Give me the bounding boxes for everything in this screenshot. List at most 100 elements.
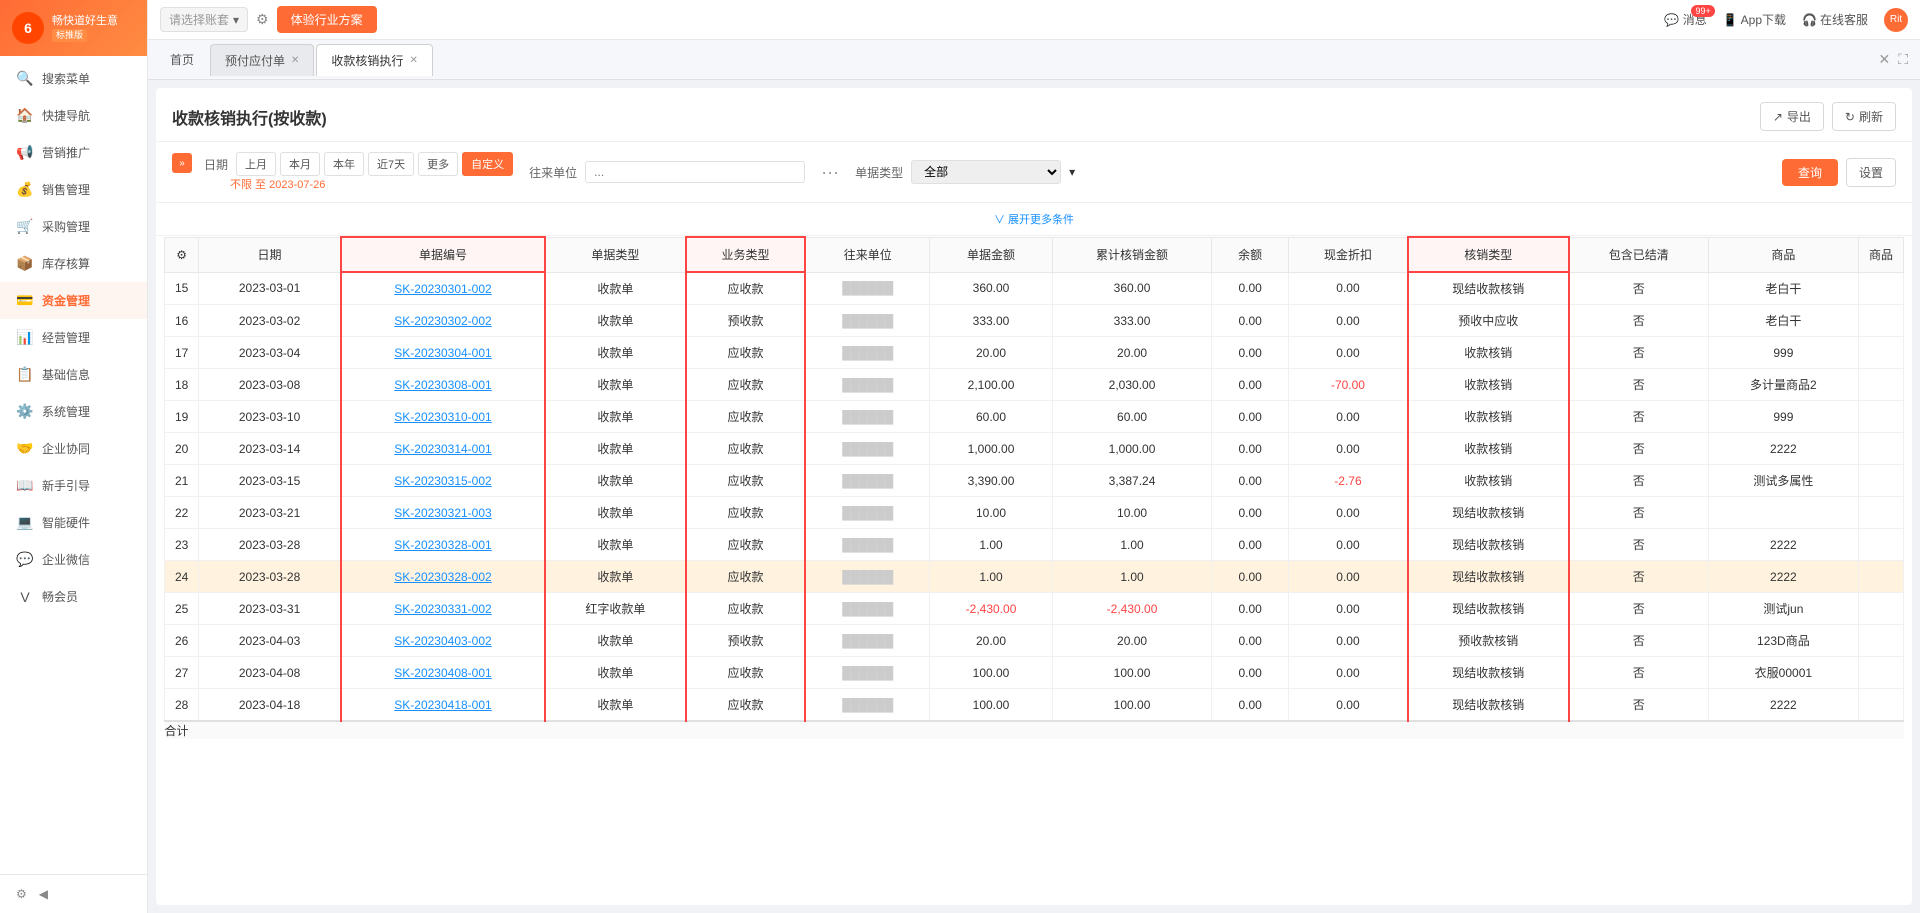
app-download-area[interactable]: 📱 App下载 [1723,11,1786,28]
doc-no-link[interactable]: SK-20230304-001 [394,346,491,360]
last-7days-btn[interactable]: 近7天 [368,152,414,176]
sidebar-item-member[interactable]: V畅会员 [0,578,147,615]
cell-biz-type: 应收款 [686,529,806,561]
tab-prepay-close[interactable]: ✕ [291,55,299,66]
doc-no-link[interactable]: SK-20230328-002 [394,570,491,584]
sidebar-item-sales[interactable]: 💰销售管理 [0,171,147,208]
sidebar-item-company[interactable]: 🤝企业协同 [0,430,147,467]
query-button[interactable]: 查询 [1782,159,1838,186]
doc-no-link[interactable]: SK-20230408-001 [394,666,491,680]
cell-biz-type: 应收款 [686,657,806,689]
cell-doc-no[interactable]: SK-20230315-002 [341,465,545,497]
cell-include-settled: 否 [1569,561,1709,593]
brand-selector[interactable]: 请选择账套 ▾ [160,7,248,32]
page-actions: ↗ 导出 ↻ 刷新 [1760,102,1896,131]
cell-doc-no[interactable]: SK-20230304-001 [341,337,545,369]
cell-doc-no[interactable]: SK-20230314-001 [341,433,545,465]
sidebar-item-search[interactable]: 🔍搜索菜单 [0,60,147,97]
industry-solution-button[interactable]: 体验行业方案 [277,6,377,33]
doc-no-link[interactable]: SK-20230310-001 [394,410,491,424]
cell-doc-amount: 20.00 [930,625,1053,657]
cell-doc-no[interactable]: SK-20230302-002 [341,305,545,337]
cell-include-settled: 否 [1569,497,1709,529]
notification-area[interactable]: 💬 消息 99+ [1664,11,1706,28]
doc-no-link[interactable]: SK-20230403-002 [394,634,491,648]
sidebar-item-basic[interactable]: 📋基础信息 [0,356,147,393]
tab-expand-icon[interactable]: ⛶ [1898,51,1908,68]
doc-no-link[interactable]: SK-20230301-002 [394,282,491,296]
sidebar-item-purchase[interactable]: 🛒采购管理 [0,208,147,245]
table-row: 22 2023-03-21 SK-20230321-003 收款单 应收款 ██… [165,497,1904,529]
refresh-button[interactable]: ↻ 刷新 [1832,102,1896,131]
cell-no: 25 [165,593,199,625]
cell-doc-no[interactable]: SK-20230418-001 [341,689,545,722]
cell-doc-no[interactable]: SK-20230328-001 [341,529,545,561]
sidebar-item-marketing[interactable]: 📢营销推广 [0,134,147,171]
sidebar-label-hardware: 智能硬件 [42,514,90,531]
gear-icon[interactable]: ⚙ [256,11,269,28]
doc-no-link[interactable]: SK-20230314-001 [394,442,491,456]
cell-doc-no[interactable]: SK-20230328-002 [341,561,545,593]
sidebar-item-operations[interactable]: 📊经营管理 [0,319,147,356]
online-service-area[interactable]: 🎧 在线客服 [1802,11,1868,28]
doc-no-link[interactable]: SK-20230315-002 [394,474,491,488]
cell-doc-amount: 1,000.00 [930,433,1053,465]
th-cash-discount: 现金折扣 [1289,237,1408,272]
last-month-btn[interactable]: 上月 [236,152,276,176]
sidebar-item-inventory[interactable]: 📦库存核算 [0,245,147,282]
cell-no: 20 [165,433,199,465]
sidebar-item-quick[interactable]: 🏠快捷导航 [0,97,147,134]
cell-doc-no[interactable]: SK-20230308-001 [341,369,545,401]
doc-no-link[interactable]: SK-20230321-003 [394,506,491,520]
sidebar-item-guide[interactable]: 📖新手引导 [0,467,147,504]
filter-settings-button[interactable]: 设置 [1846,158,1896,187]
sidebar-item-wechat[interactable]: 💬企业微信 [0,541,147,578]
collapse-icon[interactable]: ◀ [39,887,48,901]
sidebar-icon-operations: 📊 [16,329,34,346]
custom-date-btn[interactable]: 自定义 [462,152,513,176]
tab-close-all-icon[interactable]: ✕ [1878,51,1890,68]
cell-doc-no[interactable]: SK-20230301-002 [341,272,545,305]
cell-verify-type: 收款核销 [1408,401,1569,433]
cell-doc-no[interactable]: SK-20230408-001 [341,657,545,689]
cell-no: 26 [165,625,199,657]
cell-verify-type: 现结收款核销 [1408,529,1569,561]
tab-collection[interactable]: 收款核销执行 ✕ [316,44,432,76]
cell-doc-no[interactable]: SK-20230310-001 [341,401,545,433]
doc-no-link[interactable]: SK-20230308-001 [394,378,491,392]
doc-no-link[interactable]: SK-20230328-001 [394,538,491,552]
tab-prepay[interactable]: 预付应付单 ✕ [210,44,314,76]
sidebar-icon-guide: 📖 [16,477,34,494]
tab-collection-close[interactable]: ✕ [409,55,417,66]
doc-type-select[interactable]: 全部 [911,160,1061,184]
cell-doc-no[interactable]: SK-20230331-002 [341,593,545,625]
expand-more-button[interactable]: ∨ 展开更多条件 [986,209,1082,229]
cell-cash-discount: 0.00 [1289,657,1408,689]
sidebar-label-quick: 快捷导航 [42,107,90,124]
cell-doc-type: 红字收款单 [545,593,685,625]
cell-doc-no[interactable]: SK-20230321-003 [341,497,545,529]
sidebar-item-finance[interactable]: 💳资金管理 [0,282,147,319]
partner-input[interactable] [585,161,805,183]
cell-doc-no[interactable]: SK-20230403-002 [341,625,545,657]
filter-toggle[interactable]: » [172,153,192,173]
doc-no-link[interactable]: SK-20230418-001 [394,698,491,712]
tab-home[interactable]: 首页 [156,51,208,68]
app-download-label: App下载 [1741,11,1786,28]
doc-no-link[interactable]: SK-20230331-002 [394,602,491,616]
sidebar-item-hardware[interactable]: 💻智能硬件 [0,504,147,541]
user-avatar[interactable]: Rit [1884,8,1908,32]
cell-doc-amount: 60.00 [930,401,1053,433]
cell-date: 2023-03-28 [199,529,341,561]
doc-no-link[interactable]: SK-20230302-002 [394,314,491,328]
cell-doc-amount: 1.00 [930,561,1053,593]
more-date-btn[interactable]: 更多 [418,152,458,176]
sidebar-item-system[interactable]: ⚙️系统管理 [0,393,147,430]
this-month-btn[interactable]: 本月 [280,152,320,176]
th-date: 日期 [199,237,341,272]
cell-include-settled: 否 [1569,369,1709,401]
select-arrow-icon: ▾ [1069,165,1075,179]
this-year-btn[interactable]: 本年 [324,152,364,176]
settings-icon[interactable]: ⚙ [16,887,27,901]
export-button[interactable]: ↗ 导出 [1760,102,1824,131]
